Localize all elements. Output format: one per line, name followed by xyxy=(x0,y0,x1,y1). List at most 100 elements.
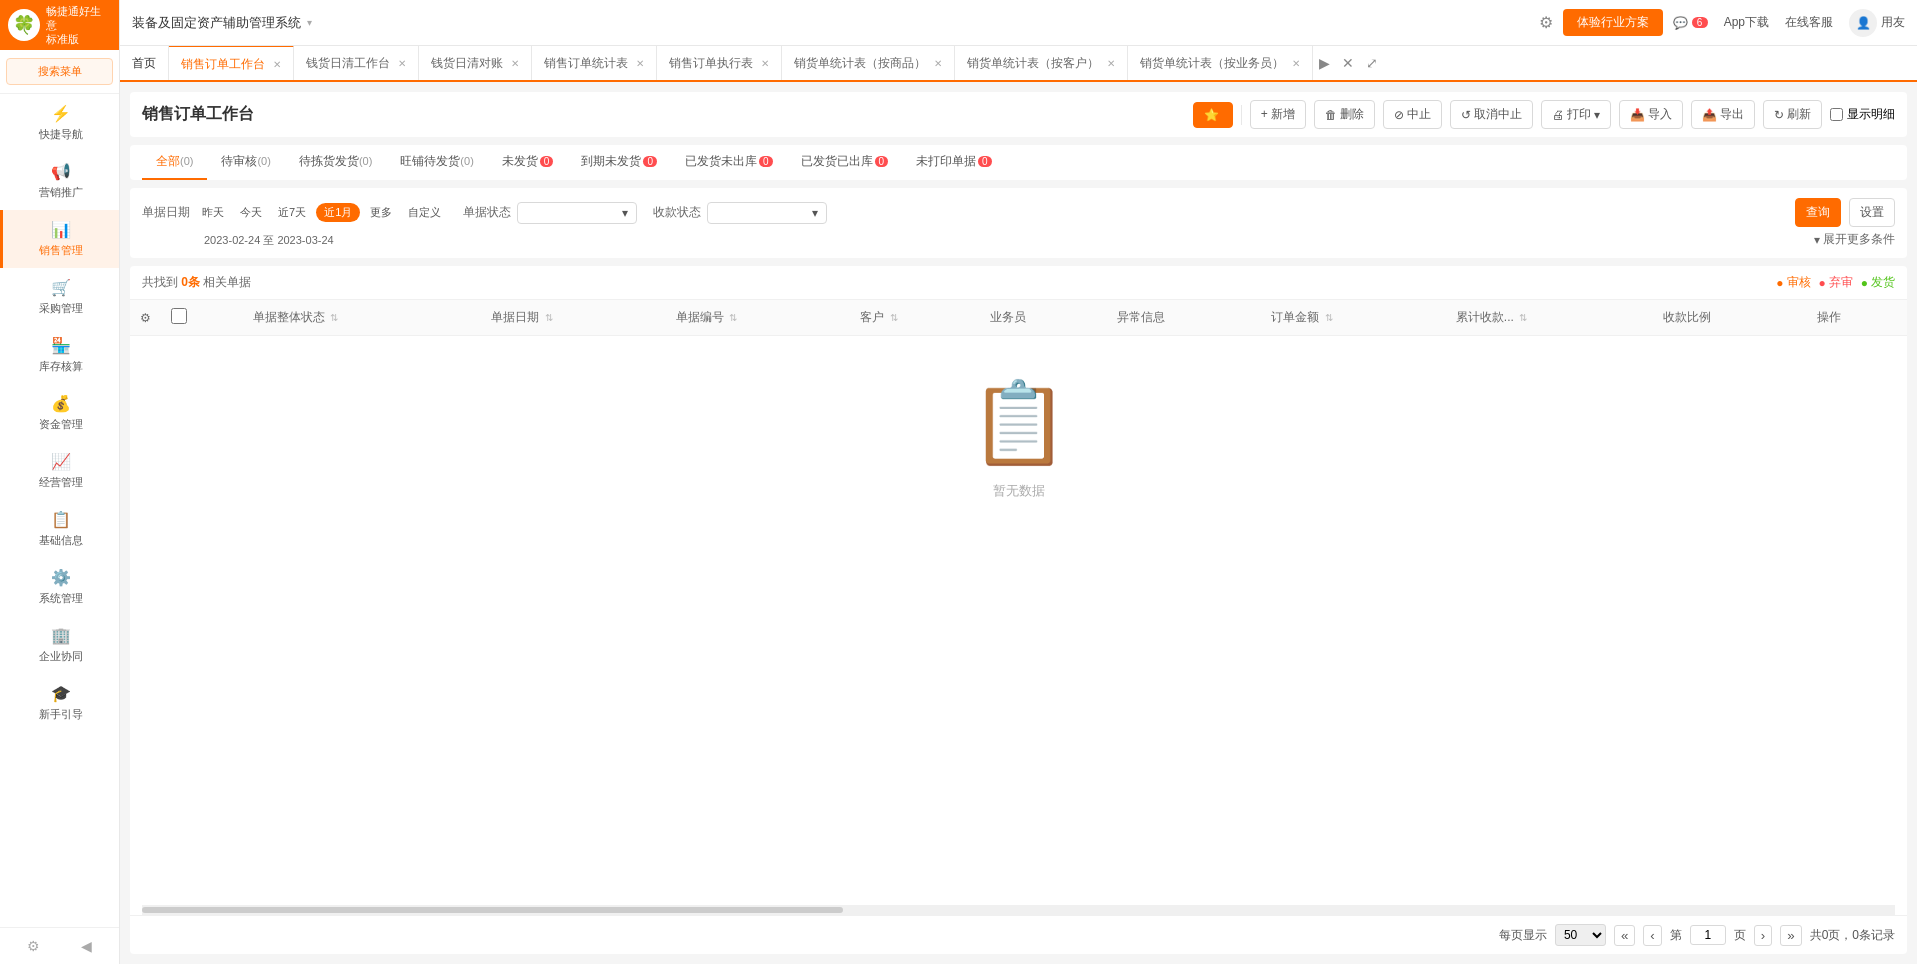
expand-conditions-button[interactable]: ▾ 展开更多条件 xyxy=(1814,231,1895,248)
col-number[interactable]: 单据编号 ⇅ xyxy=(666,300,850,336)
tab-cash-reconcile-close[interactable]: ✕ xyxy=(511,58,519,69)
tab-sales-monthly-customer[interactable]: 销货单统计表（按客户） ✕ xyxy=(955,46,1128,81)
query-button[interactable]: 查询 xyxy=(1795,198,1841,227)
cancel-review-button[interactable]: ● 弃审 xyxy=(1819,274,1853,291)
tab-sales-workbench[interactable]: 销售订单工作台 ✕ xyxy=(169,46,294,81)
tab-cash-reconcile[interactable]: 钱货日清对账 ✕ xyxy=(419,46,532,81)
header-settings-icon[interactable]: ⚙ xyxy=(1539,13,1553,32)
date-opt-today[interactable]: 今天 xyxy=(234,203,268,222)
sidebar-item-operations[interactable]: 📈 经营管理 xyxy=(0,442,119,500)
tab-home[interactable]: 首页 xyxy=(120,46,169,81)
date-opt-1month[interactable]: 近1月 xyxy=(316,203,360,222)
page-size-select[interactable]: 50 10 20 100 xyxy=(1555,924,1606,946)
col-date[interactable]: 单据日期 ⇅ xyxy=(481,300,665,336)
sidebar-item-label-sales: 销售管理 xyxy=(39,243,83,258)
send-goods-button[interactable]: ● 发货 xyxy=(1861,274,1895,291)
date-opt-more[interactable]: 更多 xyxy=(364,203,398,222)
tab-sales-stats[interactable]: 销售订单统计表 ✕ xyxy=(532,46,657,81)
sidebar-item-finance[interactable]: 💰 资金管理 xyxy=(0,384,119,442)
scrollbar-thumb[interactable] xyxy=(142,907,843,913)
sub-tab-pending-inspect[interactable]: 待拣货发货(0) xyxy=(285,145,386,180)
show-detail-checkbox[interactable] xyxy=(1830,108,1843,121)
col-ratio[interactable]: 收款比例 xyxy=(1653,300,1807,336)
sub-tab-not-shipped[interactable]: 未发货0 xyxy=(488,145,568,180)
sidebar-item-sales[interactable]: 📊 销售管理 xyxy=(0,210,119,268)
payment-select[interactable]: ▾ xyxy=(707,202,827,224)
col-customer[interactable]: 客户 ⇅ xyxy=(850,300,980,336)
message-button[interactable]: 💬 6 xyxy=(1673,16,1708,30)
filter-area: 单据日期 昨天 今天 近7天 近1月 更多 自定义 单据状态 ▾ xyxy=(130,188,1907,258)
page-number-input[interactable] xyxy=(1690,925,1726,945)
tab-more-button[interactable]: ▶ xyxy=(1313,46,1336,81)
sidebar-item-basic[interactable]: 📋 基础信息 xyxy=(0,500,119,558)
col-status[interactable]: 单据整体状态 ⇅ xyxy=(243,300,482,336)
sidebar-item-newbie[interactable]: 🎓 新手引导 xyxy=(0,674,119,732)
tab-cash-daily[interactable]: 钱货日清工作台 ✕ xyxy=(294,46,419,81)
filter-actions: 查询 设置 xyxy=(1795,198,1895,227)
sub-tab-pending[interactable]: 待审核(0) xyxy=(207,145,284,180)
sidebar-item-enterprise[interactable]: 🏢 企业协同 xyxy=(0,616,119,674)
first-page-button[interactable]: « xyxy=(1614,925,1635,946)
tab-sales-exec-close[interactable]: ✕ xyxy=(761,58,769,69)
col-settings-icon[interactable]: ⚙ xyxy=(140,311,151,325)
suspend-button[interactable]: ⊘ 中止 xyxy=(1383,100,1442,129)
prev-page-button[interactable]: ‹ xyxy=(1643,925,1661,946)
industry-solution-button[interactable]: 体验行业方案 xyxy=(1563,9,1663,36)
cancel-suspend-button[interactable]: ↺ 取消中止 xyxy=(1450,100,1533,129)
refresh-button[interactable]: ↻ 刷新 xyxy=(1763,100,1822,129)
last-page-button[interactable]: » xyxy=(1780,925,1801,946)
sub-tab-wangpu[interactable]: 旺铺待发货(0) xyxy=(386,145,487,180)
sidebar-search-button[interactable]: 搜索菜单 xyxy=(6,58,113,85)
status-select[interactable]: ▾ xyxy=(517,202,637,224)
tab-sales-monthly-customer-close[interactable]: ✕ xyxy=(1107,58,1115,69)
add-button[interactable]: + 新增 xyxy=(1250,100,1306,129)
select-all-checkbox[interactable] xyxy=(171,308,187,324)
smart-create-button[interactable]: ⭐ xyxy=(1193,102,1233,128)
sidebar-item-marketing[interactable]: 📢 营销推广 xyxy=(0,152,119,210)
empty-text: 暂无数据 xyxy=(993,482,1045,500)
sidebar-item-inventory[interactable]: 🏪 库存核算 xyxy=(0,326,119,384)
sidebar-item-purchase[interactable]: 🛒 采购管理 xyxy=(0,268,119,326)
tab-sales-stats-close[interactable]: ✕ xyxy=(636,58,644,69)
system-icon: ⚙️ xyxy=(51,568,71,587)
tab-maximize-button[interactable]: ⤢ xyxy=(1360,46,1384,81)
sub-tab-shipped-out[interactable]: 已发货已出库0 xyxy=(787,145,903,180)
delete-button[interactable]: 🗑 删除 xyxy=(1314,100,1375,129)
online-service-button[interactable]: 在线客服 xyxy=(1785,14,1833,31)
sidebar-item-quick[interactable]: ⚡ 快捷导航 xyxy=(0,94,119,152)
tab-sales-monthly-staff[interactable]: 销货单统计表（按业务员） ✕ xyxy=(1128,46,1313,81)
tab-sales-monthly-product-close[interactable]: ✕ xyxy=(934,58,942,69)
settings-filter-button[interactable]: 设置 xyxy=(1849,198,1895,227)
tab-cash-daily-close[interactable]: ✕ xyxy=(398,58,406,69)
tab-sales-monthly-product[interactable]: 销货单统计表（按商品） ✕ xyxy=(782,46,955,81)
date-opt-yesterday[interactable]: 昨天 xyxy=(196,203,230,222)
sub-tab-all[interactable]: 全部(0) xyxy=(142,145,207,180)
print-button[interactable]: 🖨 打印 ▾ xyxy=(1541,100,1611,129)
sidebar-item-system[interactable]: ⚙️ 系统管理 xyxy=(0,558,119,616)
export-button[interactable]: 📤 导出 xyxy=(1691,100,1755,129)
sub-tab-not-printed[interactable]: 未打印单据0 xyxy=(902,145,1006,180)
user-menu[interactable]: 👤 用友 xyxy=(1849,9,1905,37)
date-opt-7days[interactable]: 近7天 xyxy=(272,203,312,222)
col-staff[interactable]: 业务员 xyxy=(980,300,1107,336)
suspend-icon: ⊘ xyxy=(1394,108,1404,122)
col-amount[interactable]: 订单金额 ⇅ xyxy=(1261,300,1445,336)
sub-tab-overdue[interactable]: 到期未发货0 xyxy=(567,145,671,180)
sub-tab-shipped-not-out[interactable]: 已发货未出库0 xyxy=(671,145,787,180)
tab-sales-exec[interactable]: 销售订单执行表 ✕ xyxy=(657,46,782,81)
app-download-button[interactable]: App下载 xyxy=(1724,14,1769,31)
table-scroll-area[interactable]: ⚙ 单据整体状态 ⇅ 单据日期 ⇅ xyxy=(130,300,1907,905)
tab-sales-stats-label: 销售订单统计表 xyxy=(544,55,628,72)
tab-close-all-button[interactable]: ✕ xyxy=(1336,46,1360,81)
import-button[interactable]: 📥 导入 xyxy=(1619,100,1683,129)
col-abnormal[interactable]: 异常信息 xyxy=(1107,300,1261,336)
sidebar-settings-button[interactable]: ⚙ xyxy=(27,938,40,954)
review-button[interactable]: ● 审核 xyxy=(1776,274,1810,291)
sidebar-collapse-button[interactable]: ◀ xyxy=(81,938,92,954)
tab-sales-monthly-staff-close[interactable]: ✕ xyxy=(1292,58,1300,69)
col-collected[interactable]: 累计收款... ⇅ xyxy=(1446,300,1653,336)
date-opt-custom[interactable]: 自定义 xyxy=(402,203,447,222)
horizontal-scrollbar[interactable] xyxy=(142,905,1895,915)
tab-sales-workbench-close[interactable]: ✕ xyxy=(273,59,281,70)
next-page-button[interactable]: › xyxy=(1754,925,1772,946)
